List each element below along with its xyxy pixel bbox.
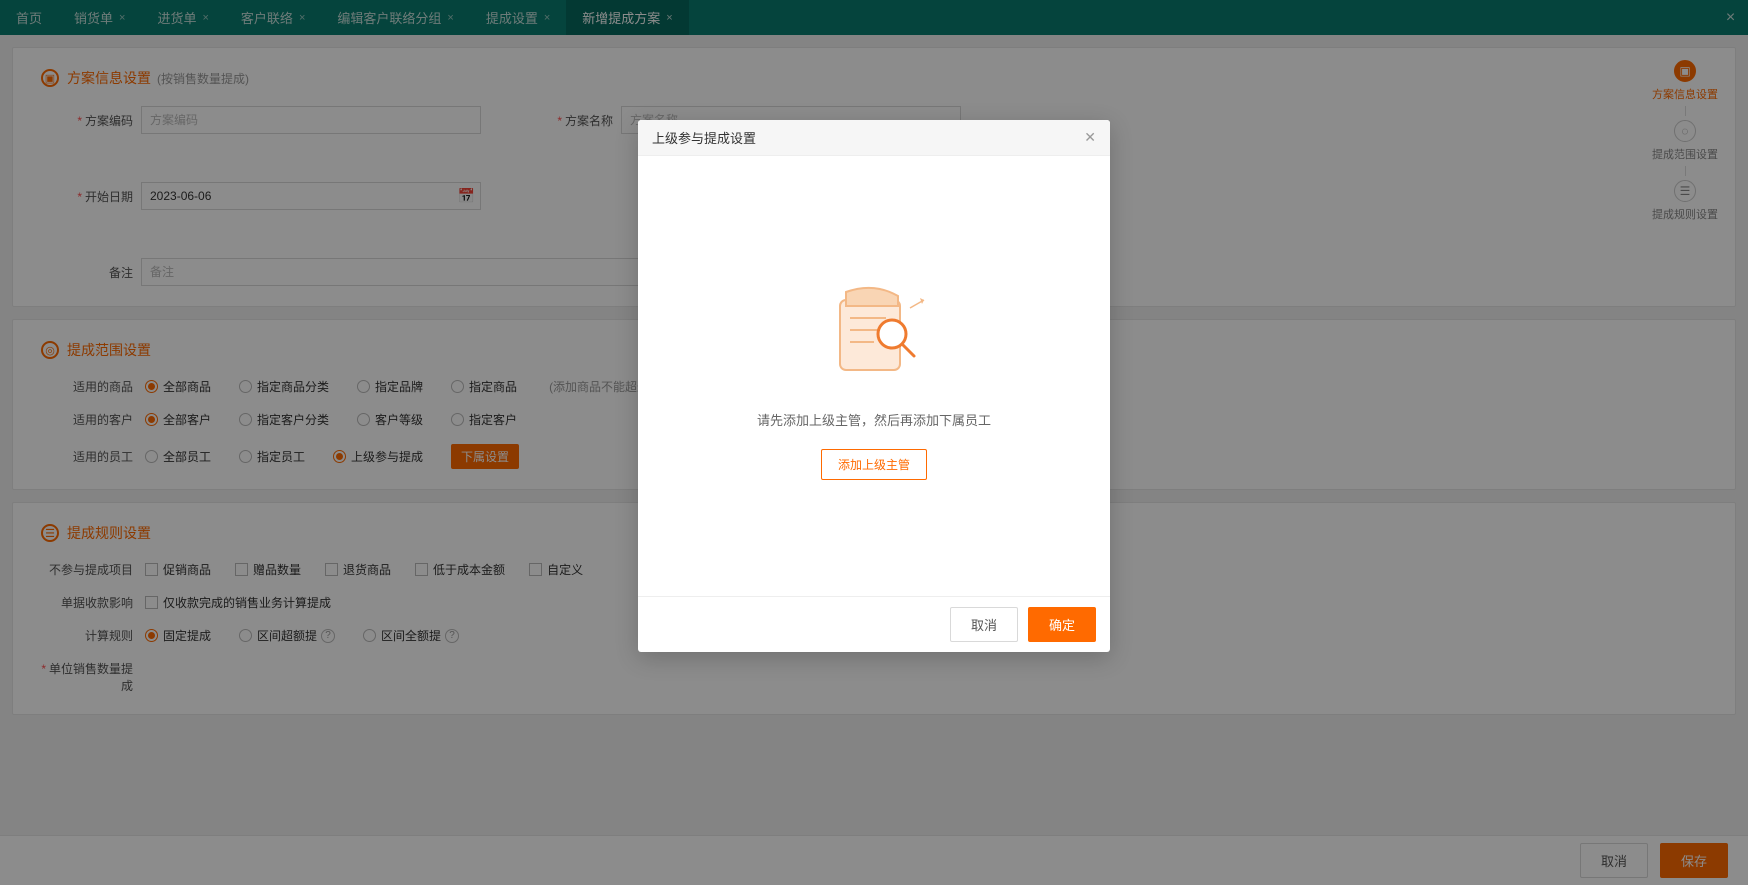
empty-state-icon [814, 272, 934, 392]
empty-state-text: 请先添加上级主管，然后再添加下属员工 [757, 410, 991, 429]
modal-close-icon[interactable]: ✕ [1084, 129, 1096, 146]
modal-body: 请先添加上级主管，然后再添加下属员工 添加上级主管 [638, 156, 1110, 596]
superior-commission-modal: 上级参与提成设置 ✕ 请先添加上级主管，然后再添加下属员工 添加上级主管 取消 … [638, 120, 1110, 652]
modal-footer: 取消 确定 [638, 596, 1110, 652]
modal-confirm-button[interactable]: 确定 [1028, 607, 1096, 642]
modal-cancel-button[interactable]: 取消 [950, 607, 1018, 642]
add-superior-button[interactable]: 添加上级主管 [821, 449, 927, 480]
modal-title: 上级参与提成设置 [652, 128, 756, 147]
modal-overlay[interactable]: 上级参与提成设置 ✕ 请先添加上级主管，然后再添加下属员工 添加上级主管 取消 … [0, 0, 1748, 885]
modal-header: 上级参与提成设置 ✕ [638, 120, 1110, 156]
